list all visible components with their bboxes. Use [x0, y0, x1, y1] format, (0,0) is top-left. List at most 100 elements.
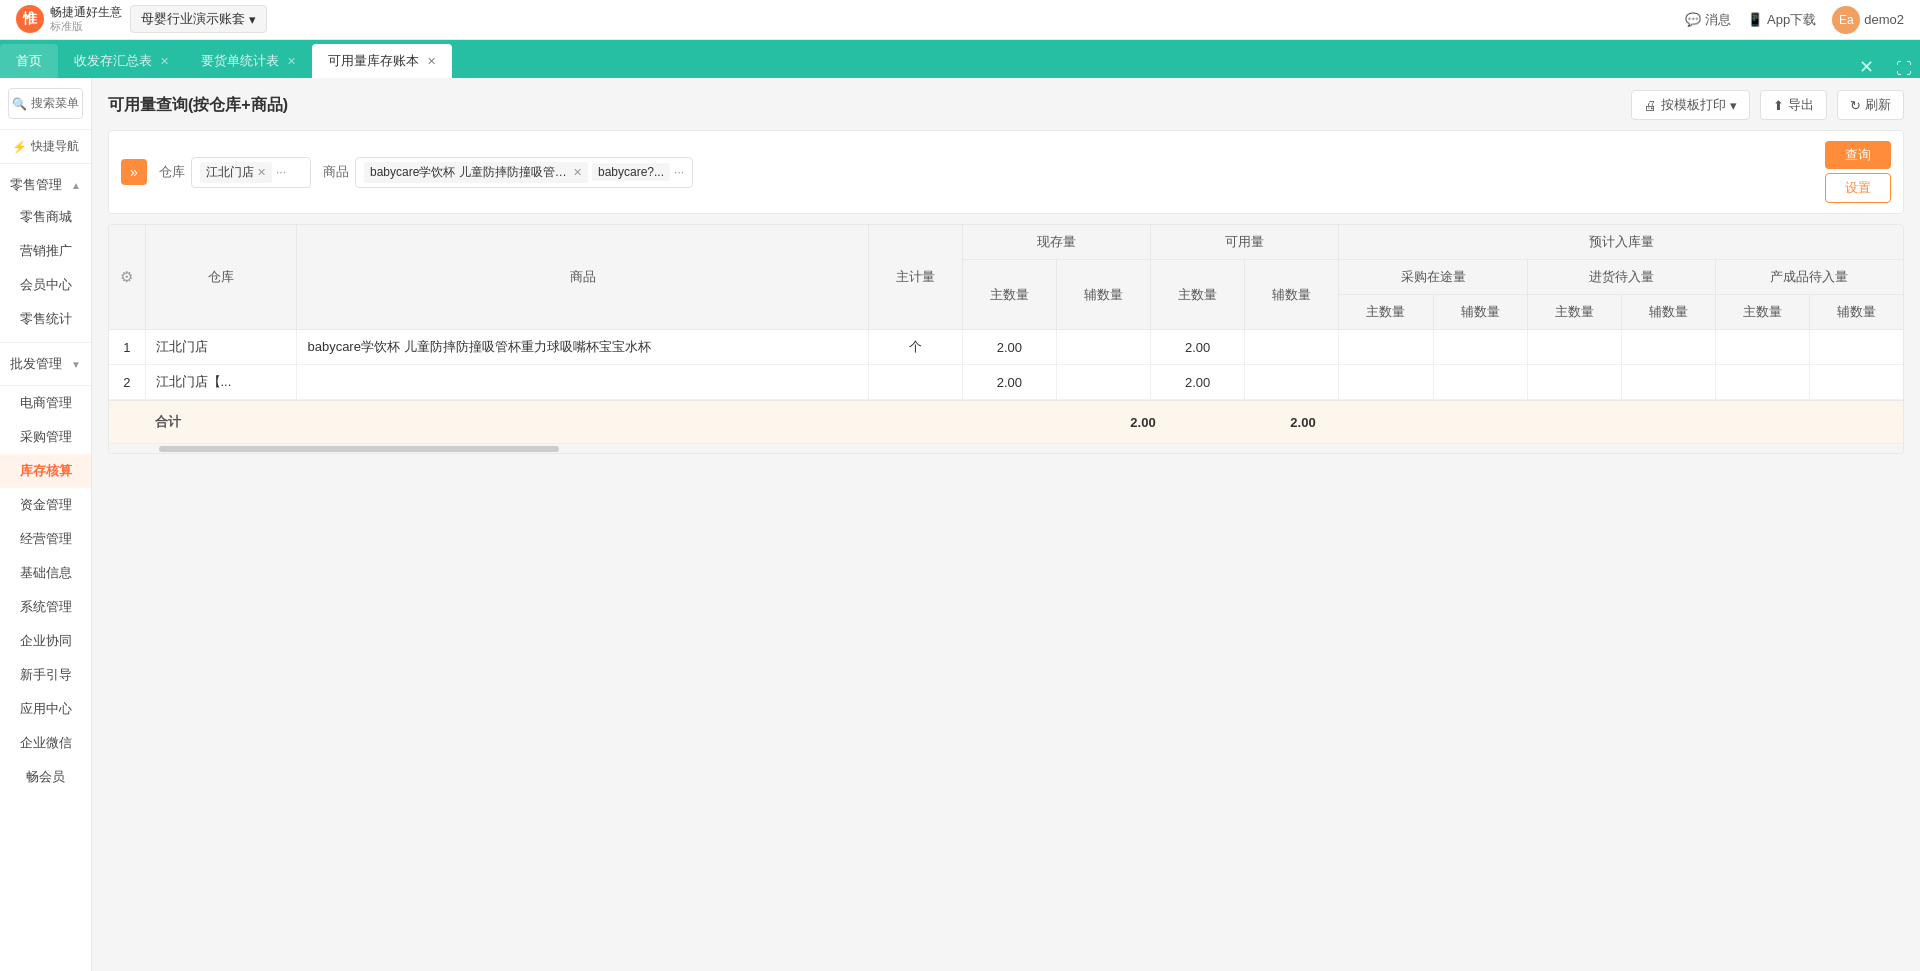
sidebar-item-retail-stats[interactable]: 零售统计: [0, 302, 91, 336]
sidebar-item-finance[interactable]: 资金管理: [0, 488, 91, 522]
sidebar-item-marketing[interactable]: 营销推广: [0, 234, 91, 268]
download-action[interactable]: 📱 App下载: [1747, 11, 1816, 29]
refresh-icon: ↻: [1850, 98, 1861, 113]
th-forecast-group: 预计入库量: [1339, 225, 1903, 260]
wholesale-mgmt-label: 批发管理: [10, 355, 62, 373]
product-filter-dots[interactable]: ···: [674, 165, 684, 179]
row-stock-main: 2.00: [962, 365, 1056, 400]
row-stock-sub: [1056, 330, 1150, 365]
app-sub: 标准版: [50, 19, 122, 34]
wholesale-mgmt-header[interactable]: 批发管理 ▼: [0, 349, 91, 379]
filter-right-actions: 查询 设置: [1825, 141, 1891, 203]
row-unit: [868, 365, 962, 400]
logo-area: 惟 畅捷通好生意 标准版: [16, 5, 122, 34]
print-button[interactable]: 🖨 按模板打印 ▾: [1631, 90, 1750, 120]
th-avail-main: 主数量: [1151, 260, 1245, 330]
sidebar-item-basic[interactable]: 基础信息: [0, 556, 91, 590]
row-unit: 个: [868, 330, 962, 365]
refresh-button[interactable]: ↻ 刷新: [1837, 90, 1904, 120]
close-all-tabs[interactable]: ✕: [1849, 56, 1884, 78]
search-menu-button[interactable]: 🔍 搜索菜单: [8, 88, 83, 119]
print-icon: 🖨: [1644, 98, 1657, 113]
tab-order[interactable]: 要货单统计表 ✕: [185, 44, 312, 78]
row-warehouse: 江北门店: [145, 330, 297, 365]
tab-receipt-close[interactable]: ✕: [160, 55, 169, 68]
settings-gear-icon[interactable]: ⚙: [120, 268, 133, 285]
table-row: 1 江北门店 babycare学饮杯 儿童防摔防撞吸管杯重力球吸嘴杯宝宝水杯 个…: [109, 330, 1903, 365]
sidebar-item-inventory[interactable]: 库存核算: [0, 454, 91, 488]
sidebar-item-enterprise[interactable]: 企业协同: [0, 624, 91, 658]
top-bar: 惟 畅捷通好生意 标准版 母婴行业演示账套 ▾ 💬 消息 📱 App下载 Ea …: [0, 0, 1920, 40]
sidebar-item-member[interactable]: 畅会员: [0, 760, 91, 794]
warehouse-filter-dots[interactable]: ···: [276, 165, 286, 179]
logo-icon: 惟: [16, 5, 44, 33]
retail-mgmt-header[interactable]: 零售管理 ▲: [0, 170, 91, 200]
total-label: 合计: [145, 407, 265, 437]
sidebar-item-retail-mall[interactable]: 零售商城: [0, 200, 91, 234]
tab-inventory-close[interactable]: ✕: [427, 55, 436, 68]
settings-button[interactable]: 设置: [1825, 173, 1891, 203]
th-settings[interactable]: ⚙: [109, 225, 145, 330]
tab-order-close[interactable]: ✕: [287, 55, 296, 68]
tab-home[interactable]: 首页: [0, 44, 58, 78]
tab-inventory[interactable]: 可用量库存账本 ✕: [312, 44, 452, 78]
sidebar-item-operations[interactable]: 经营管理: [0, 522, 91, 556]
row-warehouse: 江北门店【...: [145, 365, 297, 400]
filter-expand-button[interactable]: »: [121, 159, 147, 185]
sidebar-item-wechat[interactable]: 企业微信: [0, 726, 91, 760]
product-tag-1-remove[interactable]: ✕: [573, 166, 582, 179]
page-content: 可用量查询(按仓库+商品) 🖨 按模板打印 ▾ ⬆ 导出 ↻ 刷新: [92, 78, 1920, 466]
wholesale-section: 批发管理 ▼: [0, 343, 91, 386]
warehouse-tag-remove[interactable]: ✕: [257, 166, 266, 179]
product-tag-2-value: babycare?...: [598, 165, 664, 179]
sidebar-item-system[interactable]: 系统管理: [0, 590, 91, 624]
warehouse-input[interactable]: 江北门店 ✕ ···: [191, 157, 311, 188]
product-input[interactable]: babycare学饮杯 儿童防摔防撞吸管杯重力球吸嘴杯宝宝水杯 ✕ babyca…: [355, 157, 693, 188]
warehouse-filter: 仓库 江北门店 ✕ ···: [159, 157, 311, 188]
user-area[interactable]: Ea demo2: [1832, 6, 1904, 34]
row-incoming-main: [1527, 365, 1621, 400]
row-product-sub: [1810, 365, 1903, 400]
industry-label: 母婴行业演示账套: [141, 10, 245, 28]
quick-nav-label: 快捷导航: [31, 138, 79, 155]
sidebar-item-apps[interactable]: 应用中心: [0, 692, 91, 726]
quick-nav-button[interactable]: ⚡ 快捷导航: [0, 130, 91, 164]
message-action[interactable]: 💬 消息: [1685, 11, 1731, 29]
sidebar: 🔍 搜索菜单 ⚡ 快捷导航 零售管理 ▲ 零售商城 营销推广 会员中心 零售统计…: [0, 78, 92, 971]
row-stock-sub: [1056, 365, 1150, 400]
th-product-sub: 辅数量: [1810, 295, 1903, 330]
retail-section: 零售管理 ▲ 零售商城 营销推广 会员中心 零售统计: [0, 164, 91, 343]
sidebar-search-area: 🔍 搜索菜单: [0, 78, 91, 130]
sidebar-item-ecommerce[interactable]: 电商管理: [0, 386, 91, 420]
retail-mgmt-label: 零售管理: [10, 176, 62, 194]
row-avail-sub: [1245, 365, 1339, 400]
top-bar-right: 💬 消息 📱 App下载 Ea demo2: [1685, 6, 1904, 34]
tab-inventory-label: 可用量库存账本: [328, 52, 419, 70]
page-title: 可用量查询(按仓库+商品): [108, 95, 288, 116]
page-actions: 🖨 按模板打印 ▾ ⬆ 导出 ↻ 刷新: [1631, 90, 1904, 120]
export-button[interactable]: ⬆ 导出: [1760, 90, 1827, 120]
row-num: 1: [109, 330, 145, 365]
sidebar-item-member-center[interactable]: 会员中心: [0, 268, 91, 302]
row-num: 2: [109, 365, 145, 400]
sidebar-item-purchase[interactable]: 采购管理: [0, 420, 91, 454]
tab-receipt[interactable]: 收发存汇总表 ✕: [58, 44, 185, 78]
row-stock-main: 2.00: [962, 330, 1056, 365]
warehouse-tag: 江北门店 ✕: [200, 162, 272, 183]
tabs-expand-icon[interactable]: ⛶: [1888, 60, 1920, 78]
export-icon: ⬆: [1773, 98, 1784, 113]
query-button[interactable]: 查询: [1825, 141, 1891, 169]
nav-tabs: 首页 收发存汇总表 ✕ 要货单统计表 ✕ 可用量库存账本 ✕ ✕ ⛶: [0, 40, 1920, 78]
sidebar-item-guide[interactable]: 新手引导: [0, 658, 91, 692]
search-menu-label: 搜索菜单: [31, 95, 79, 112]
th-incoming-sub: 辅数量: [1621, 295, 1715, 330]
row-product-main: [1715, 365, 1809, 400]
industry-selector[interactable]: 母婴行业演示账套 ▾: [130, 5, 267, 33]
total-avail-sub: [1343, 416, 1423, 428]
message-icon: 💬: [1685, 12, 1701, 27]
page-header: 可用量查询(按仓库+商品) 🖨 按模板打印 ▾ ⬆ 导出 ↻ 刷新: [108, 90, 1904, 120]
total-purchase-sub: [1503, 416, 1583, 428]
tab-home-label: 首页: [16, 52, 42, 70]
export-label: 导出: [1788, 96, 1814, 114]
th-stock-group: 现存量: [962, 225, 1150, 260]
